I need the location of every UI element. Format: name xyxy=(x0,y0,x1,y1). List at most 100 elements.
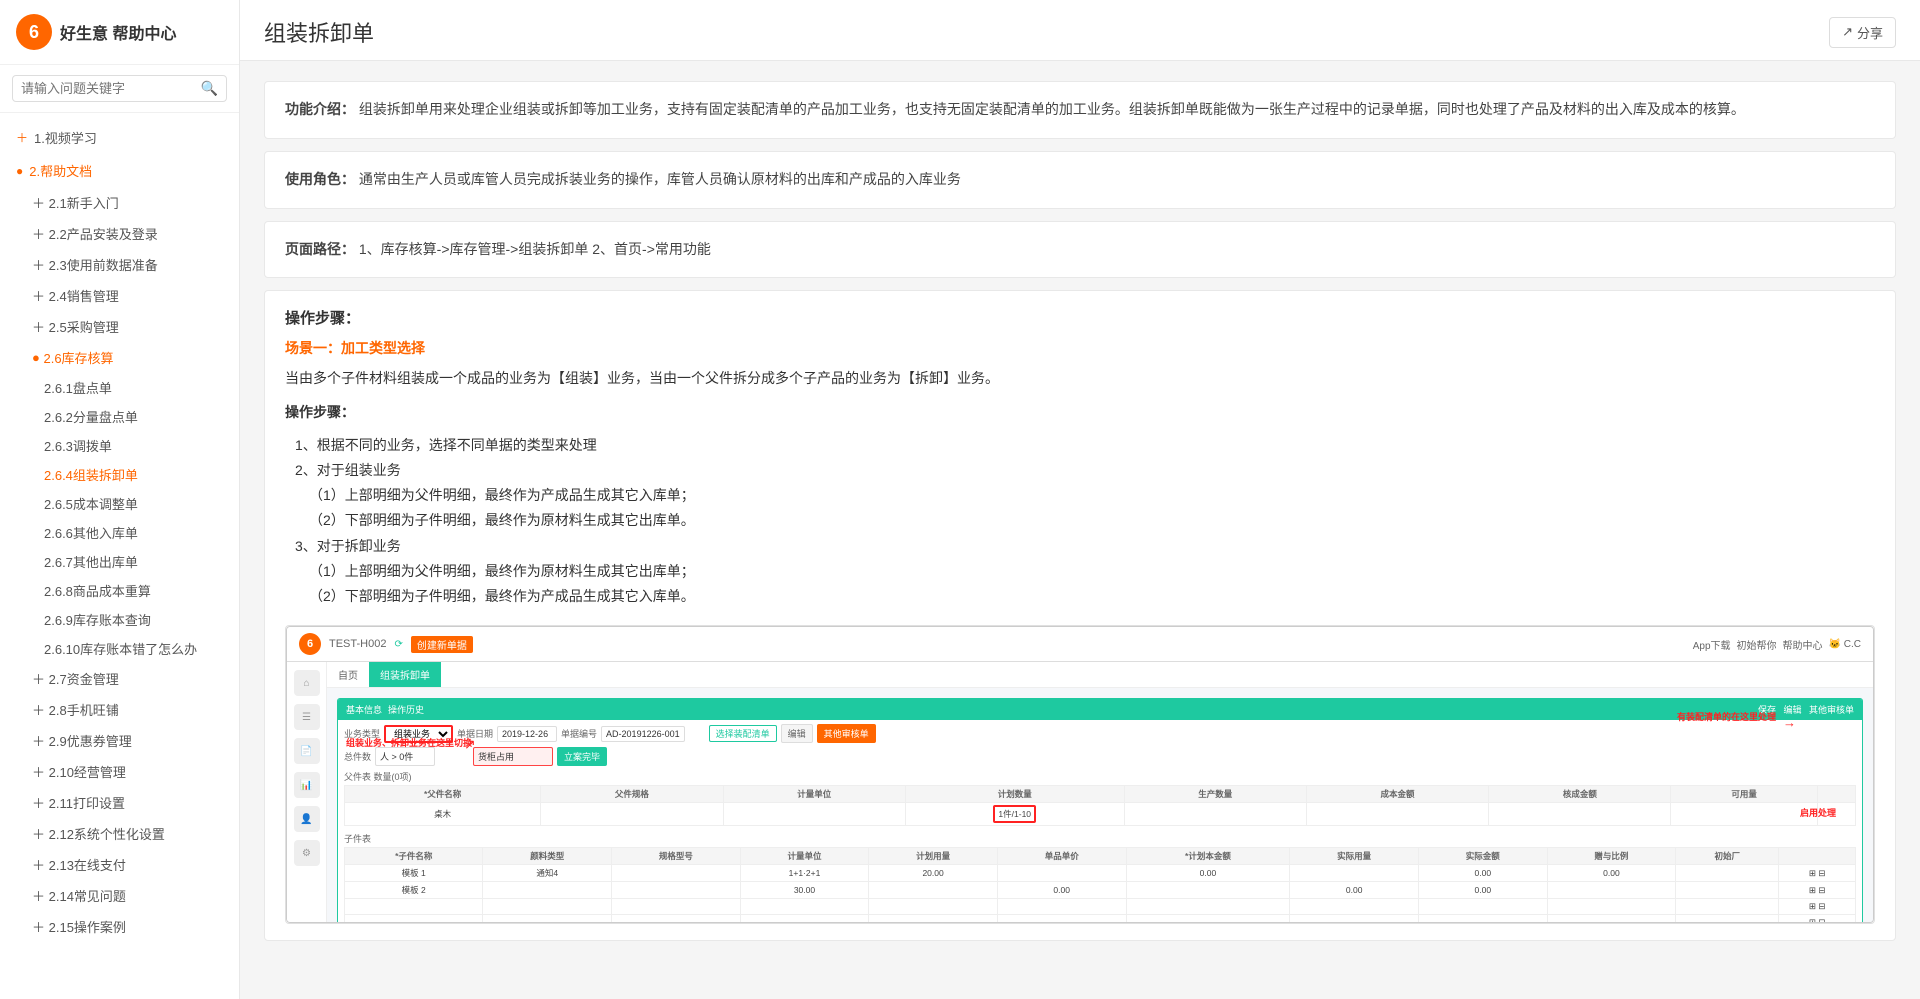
docs-children: ＋ 2.1新手入门 ＋ 2.2产品安装及登录 ＋ 2.3使用前数据准备 ＋ 2.… xyxy=(0,187,239,942)
sidebar-label-video: 1.视频学习 xyxy=(34,128,97,147)
table-row: 桌木 1件/1-10 xyxy=(345,803,1856,826)
td-cost xyxy=(1306,803,1488,826)
annotation-enable: 启用处理 xyxy=(1800,806,1836,819)
sidebar-item-other-out[interactable]: 2.6.7其他出库单 xyxy=(0,547,239,576)
ch-col4: 计量单位 xyxy=(740,848,869,865)
mock-top-bar: 6 TEST-H002 ⟳ 创建新单据 App下载 初始帮你 帮助中心 🐱 C.… xyxy=(287,627,1873,662)
share-button[interactable]: ↗ 分享 xyxy=(1829,17,1896,48)
ch-col6: 单品单价 xyxy=(997,848,1126,865)
th-col3: 计量单位 xyxy=(723,786,905,803)
main-content: 组装拆卸单 ↗ 分享 功能介绍： 组装拆卸单用来处理企业组装或拆卸等加工业务，支… xyxy=(240,0,1920,999)
sidebar-item-adjust[interactable]: 2.6.3调拨单 xyxy=(0,431,239,460)
mock-inner-window: 基本信息 操作历史 保存 编辑 其他审核单 业务类型 xyxy=(337,698,1863,922)
sidebar-item-docs[interactable]: ● 2.帮助文档 xyxy=(0,154,239,187)
search-input[interactable] xyxy=(21,81,201,96)
sidebar-item-purchase[interactable]: ＋ 2.5采购管理 xyxy=(0,311,239,342)
ch-col12 xyxy=(1779,848,1856,865)
annotation-bom: 有装配清单的在这里处理 xyxy=(1677,710,1776,723)
sidebar-item-coupon[interactable]: ＋ 2.9优惠券管理 xyxy=(0,725,239,756)
th-col6: 成本金额 xyxy=(1306,786,1488,803)
td-name: 桌木 xyxy=(345,803,541,826)
child-row-2: 模板 2 30.00 0.00 xyxy=(345,882,1856,899)
sidebar-item-assembly[interactable]: 2.6.4组装拆卸单 xyxy=(0,460,239,489)
screenshot-container: 6 TEST-H002 ⟳ 创建新单据 App下载 初始帮你 帮助中心 🐱 C.… xyxy=(285,625,1875,924)
step1: 1、根据不同的业务，选择不同单据的类型来处理 xyxy=(295,433,1875,458)
mock-count-value: 人 > 0件 xyxy=(375,747,435,766)
sidebar-item-inv-error[interactable]: 2.6.10库存账本错了怎么办 xyxy=(0,634,239,663)
mock-form-row2: 总件数 人 > 0件 货柜占用 立案完毕 xyxy=(344,747,1856,766)
mock-label-docno: 单据编号 xyxy=(561,727,597,740)
mock-app-download: App下载 xyxy=(1693,637,1731,652)
role-card: 使用角色： 通常由生产人员或库管人员完成拆装业务的操作，库管人员确认原材料的出库… xyxy=(264,151,1896,209)
mock-inner-body: 业务类型 组装业务 拆卸业务 单据日期 2019-12-26 单据编号 xyxy=(338,720,1862,922)
td-unit xyxy=(723,803,905,826)
sidebar-item-online-pay[interactable]: ＋ 2.13在线支付 xyxy=(0,849,239,880)
sidebar-item-install[interactable]: ＋ 2.2产品安装及登录 xyxy=(0,218,239,249)
mock-user: 🐱 C.C xyxy=(1829,639,1861,650)
sidebar-item-sales[interactable]: ＋ 2.4销售管理 xyxy=(0,280,239,311)
child-row-4: ⊞ ⊟ xyxy=(345,915,1856,923)
sidebar-item-other-in[interactable]: 2.6.6其他入库单 xyxy=(0,518,239,547)
mock-label-count: 总件数 xyxy=(344,750,371,763)
step2: 2、对于组装业务 xyxy=(295,458,1875,483)
child-table-label: 子件表 xyxy=(344,832,1856,845)
nav-section-video: ＋ 1.视频学习 xyxy=(0,121,239,154)
sidebar-item-video[interactable]: ＋ 1.视频学习 xyxy=(0,121,239,154)
mock-icon-person: 👤 xyxy=(294,806,320,832)
logo-text: 好生意 帮助中心 xyxy=(60,20,176,44)
sidebar-item-ops[interactable]: ＋ 2.10经营管理 xyxy=(0,756,239,787)
sidebar-label-docs: 2.帮助文档 xyxy=(29,161,92,180)
ch-col2: 颜料类型 xyxy=(483,848,612,865)
mock-sku-input[interactable]: 货柜占用 xyxy=(473,747,553,766)
path-label: 页面路径： xyxy=(285,241,355,257)
th-col9 xyxy=(1817,786,1855,803)
sidebar-item-split-stocktake[interactable]: 2.6.2分量盘点单 xyxy=(0,402,239,431)
feature-intro-text: 组装拆卸单用来处理企业组装或拆卸等加工业务，支持有固定装配清单的产品加工业务，也… xyxy=(359,101,1745,117)
sidebar-item-newbie[interactable]: ＋ 2.1新手入门 xyxy=(0,187,239,218)
sidebar-item-finance[interactable]: ＋ 2.7资金管理 xyxy=(0,663,239,694)
scenario-desc: 当由多个子件材料组装成一个成品的业务为【组装】业务，当由一个父件拆分成多个子产品… xyxy=(285,366,1875,391)
feature-intro-card: 功能介绍： 组装拆卸单用来处理企业组装或拆卸等加工业务，支持有固定装配清单的产品… xyxy=(264,81,1896,139)
sidebar-item-cost-calc[interactable]: 2.6.8商品成本重算 xyxy=(0,576,239,605)
ch-col11: 初始厂 xyxy=(1676,848,1779,865)
step3: 3、对于拆卸业务 xyxy=(295,534,1875,559)
steps-section: 操作步骤： 场景一：加工类型选择 当由多个子件材料组装成一个成品的业务为【组装】… xyxy=(264,290,1896,941)
mock-icon-chart: 📊 xyxy=(294,772,320,798)
td-avail xyxy=(1671,803,1817,826)
mock-help-setup: 初始帮你 xyxy=(1737,637,1777,652)
mock-icon-list: ☰ xyxy=(294,704,320,730)
mock-tab-bar: 自页 组装拆卸单 xyxy=(327,662,1873,688)
ch-col3: 规格型号 xyxy=(612,848,741,865)
mock-top-id: TEST-H002 xyxy=(329,638,386,650)
mock-confirm-btn: 立案完毕 xyxy=(557,747,607,766)
search-icon[interactable]: 🔍 xyxy=(201,80,218,97)
share-label: 分享 xyxy=(1857,23,1883,42)
ch-col5: 计划用量 xyxy=(869,848,998,865)
sidebar-item-data-prep[interactable]: ＋ 2.3使用前数据准备 xyxy=(0,249,239,280)
ops-title: 操作步骤： xyxy=(285,307,1875,328)
role-text: 通常由生产人员或库管人员完成拆装业务的操作，库管人员确认原材料的出库和产成品的入… xyxy=(359,171,961,187)
sidebar-item-inv-query[interactable]: 2.6.9库存账本查询 xyxy=(0,605,239,634)
ch-col9: 实际金额 xyxy=(1418,848,1547,865)
sidebar-item-print[interactable]: ＋ 2.11打印设置 xyxy=(0,787,239,818)
mock-action-btn: 选择装配清单 xyxy=(709,725,777,742)
th-col2: 父件规格 xyxy=(541,786,723,803)
sidebar-item-cases[interactable]: ＋ 2.15操作案例 xyxy=(0,911,239,942)
mock-docno-value: AD-20191226-001 xyxy=(601,726,685,742)
sidebar-item-custom[interactable]: ＋ 2.12系统个性化设置 xyxy=(0,818,239,849)
td-netcost xyxy=(1489,803,1671,826)
sidebar-item-stocktake[interactable]: 2.6.1盘点单 xyxy=(0,373,239,402)
ch-col7: *计划本金额 xyxy=(1126,848,1290,865)
sidebar-item-mobile[interactable]: ＋ 2.8手机旺铺 xyxy=(0,694,239,725)
search-box: 🔍 xyxy=(12,75,227,102)
expand-icon-video: ＋ xyxy=(16,129,28,146)
sidebar-item-faq[interactable]: ＋ 2.14常见问题 xyxy=(0,880,239,911)
sidebar-item-inventory[interactable]: ● 2.6库存核算 xyxy=(0,342,239,373)
parent-table: *父件名称 父件规格 计量单位 计划数量 生产数量 成本金额 核成金额 xyxy=(344,785,1856,826)
mock-help-center: 帮助中心 xyxy=(1783,637,1823,652)
page-title: 组装拆卸单 xyxy=(264,16,374,48)
mock-date-value: 2019-12-26 xyxy=(497,726,557,742)
logo-area: 6 好生意 帮助中心 xyxy=(0,0,239,65)
mock-inner-tab2: 操作历史 xyxy=(388,703,424,716)
sidebar-item-cost-adjust[interactable]: 2.6.5成本调整单 xyxy=(0,489,239,518)
